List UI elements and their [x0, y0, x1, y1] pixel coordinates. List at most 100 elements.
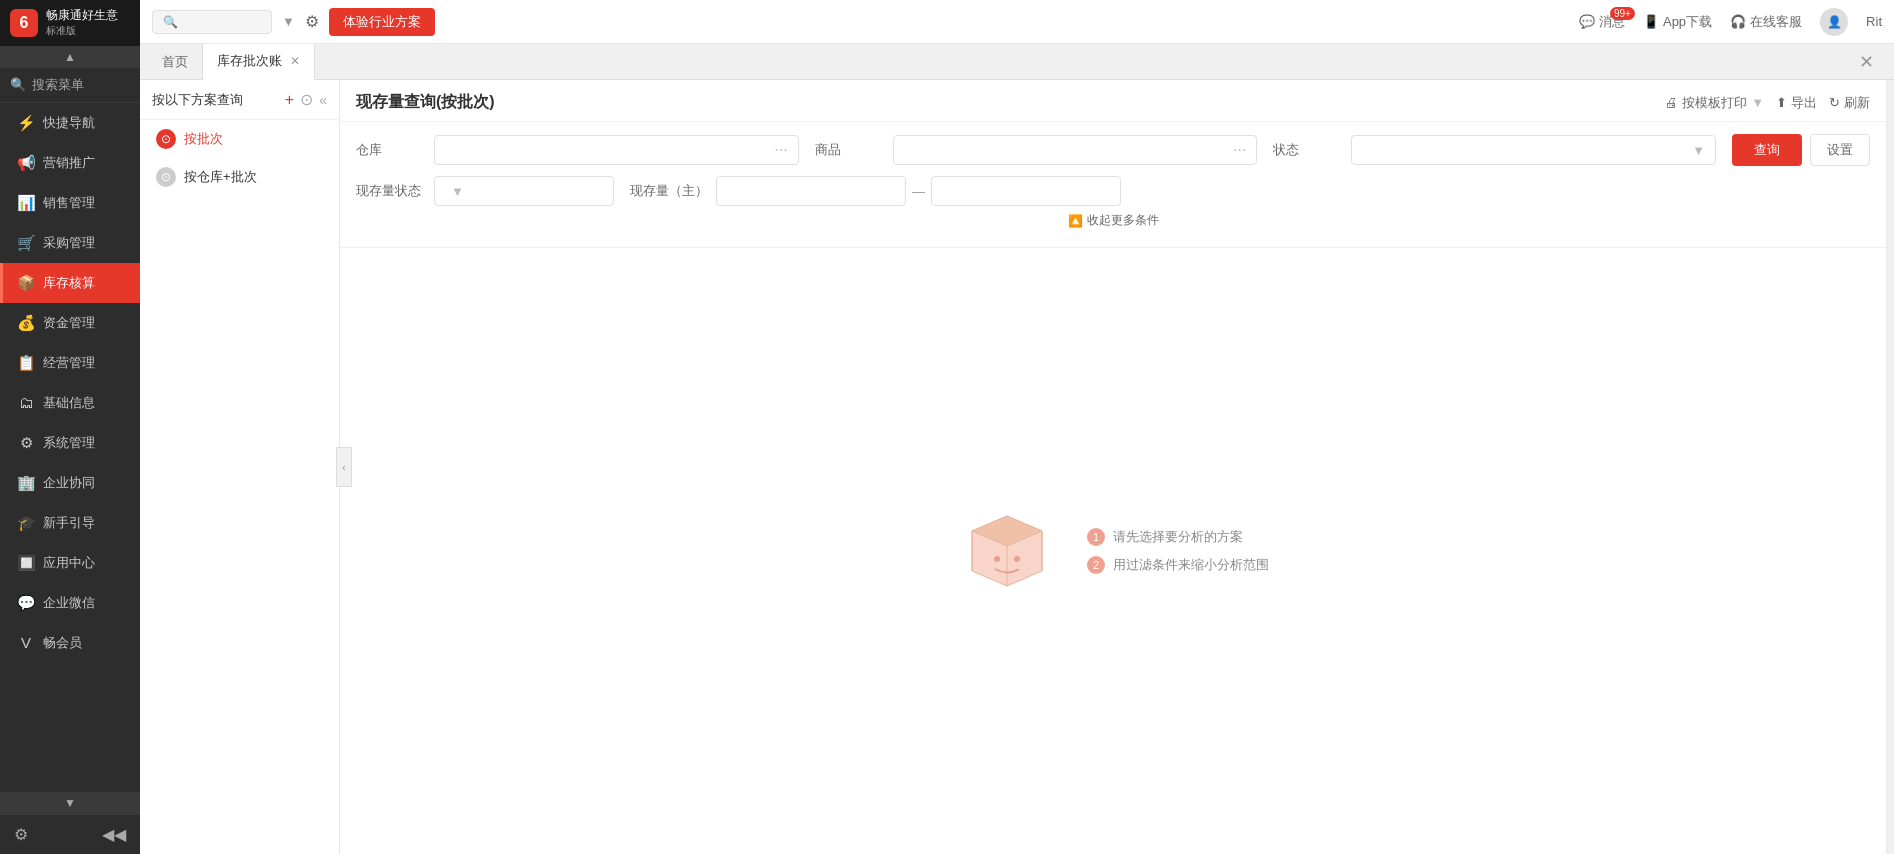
collapse-panel-icon[interactable]: «	[319, 92, 327, 108]
sidebar-search-label: 搜索菜单	[32, 76, 84, 94]
setting-button[interactable]: 设置	[1810, 134, 1870, 166]
status-select[interactable]: ▼	[1351, 135, 1716, 165]
messages-badge: 99+	[1610, 7, 1635, 20]
refresh-btn[interactable]: ↻ 刷新	[1829, 94, 1870, 112]
product-label: 商品	[815, 141, 885, 159]
export-btn[interactable]: ⬆ 导出	[1776, 94, 1817, 112]
user-avatar[interactable]: 👤	[1820, 8, 1848, 36]
filter-row-2: 现存量状态 ▼ 现存量（主） —	[356, 176, 1870, 206]
stock-qty-max[interactable]	[931, 176, 1121, 206]
tab-close-icon[interactable]: ✕	[290, 54, 300, 68]
sidebar-item-quick-nav[interactable]: ⚡ 快捷导航	[0, 103, 140, 143]
page-actions: 🖨 按模板打印 ▼ ⬆ 导出 ↻ 刷新	[1665, 94, 1870, 112]
stock-status-filter: 现存量状态 ▼	[356, 176, 614, 206]
export-icon: ⬆	[1776, 95, 1787, 110]
sidebar-item-system[interactable]: ⚙ 系统管理	[0, 423, 140, 463]
sidebar-item-label: 经营管理	[43, 354, 95, 372]
hint-1-text: 请先选择要分析的方案	[1113, 528, 1243, 546]
sidebar-item-sales[interactable]: 📊 销售管理	[0, 183, 140, 223]
warehouse-input[interactable]: ···	[434, 135, 799, 165]
sidebar-item-vip[interactable]: V 畅会员	[0, 623, 140, 663]
topbar-dropdown-icon[interactable]: ▼	[282, 14, 295, 29]
tab-home[interactable]: 首页	[148, 44, 203, 80]
online-service-btn[interactable]: 🎧 在线客服	[1730, 13, 1802, 31]
sidebar: 6 畅康通好生意 标准版 ▲ 🔍 搜索菜单 ⚡ 快捷导航 📢 营销推广 📊 销售…	[0, 0, 140, 854]
right-scrollbar[interactable]	[1886, 80, 1894, 854]
query-button[interactable]: 查询	[1732, 134, 1802, 166]
empty-illustration	[957, 501, 1057, 601]
messages-btn[interactable]: 💬 消息 99+	[1579, 13, 1625, 31]
collapse-left-panel-btn[interactable]: ‹	[336, 447, 352, 487]
sidebar-footer: ⚙ ◀◀	[0, 814, 140, 854]
marketing-icon: 📢	[17, 154, 35, 172]
sidebar-scroll-up[interactable]: ▲	[0, 46, 140, 68]
sidebar-item-label: 企业协同	[43, 474, 95, 492]
scheme-settings-icon[interactable]: ⊙	[300, 90, 313, 109]
sidebar-item-inventory[interactable]: 📦 库存核算	[0, 263, 140, 303]
newbie-icon: 🎓	[17, 514, 35, 532]
sidebar-scroll-down[interactable]: ▼	[0, 792, 140, 814]
settings-icon[interactable]: ⚙	[14, 825, 28, 844]
scheme-by-batch[interactable]: ⊙ 按批次	[140, 120, 339, 158]
print-dropdown-icon[interactable]: ▼	[1751, 95, 1764, 110]
print-btn[interactable]: 🖨 按模板打印 ▼	[1665, 94, 1764, 112]
sidebar-item-label: 应用中心	[43, 554, 95, 572]
scheme-by-warehouse-batch[interactable]: ⊙ 按仓库+批次	[140, 158, 339, 196]
sidebar-item-app-center[interactable]: 🔲 应用中心	[0, 543, 140, 583]
finance-icon: 💰	[17, 314, 35, 332]
warehouse-filter-group: 仓库 ···	[356, 135, 799, 165]
status-filter-group: 状态 ▼	[1273, 135, 1716, 165]
online-service-label: 在线客服	[1750, 13, 1802, 31]
stock-qty-min[interactable]	[716, 176, 906, 206]
hint-2-num: 2	[1087, 556, 1105, 574]
operation-icon: 📋	[17, 354, 35, 372]
sidebar-item-enterprise[interactable]: 🏢 企业协同	[0, 463, 140, 503]
sidebar-item-label: 快捷导航	[43, 114, 95, 132]
collapse-label: 收起更多条件	[1087, 212, 1159, 229]
product-input[interactable]: ···	[893, 135, 1258, 165]
sidebar-item-label: 畅会员	[43, 634, 82, 652]
sales-icon: 📊	[17, 194, 35, 212]
sidebar-item-finance[interactable]: 💰 资金管理	[0, 303, 140, 343]
sidebar-search[interactable]: 🔍 搜索菜单	[0, 68, 140, 103]
sidebar-item-basic[interactable]: 🗂 基础信息	[0, 383, 140, 423]
app-download-label: App下载	[1663, 13, 1712, 31]
tab-home-label: 首页	[162, 53, 188, 71]
vip-icon: V	[17, 634, 35, 651]
filter-row-1: 仓库 ··· 商品 ···	[356, 134, 1870, 166]
warehouse-dots: ···	[774, 141, 787, 159]
warehouse-label: 仓库	[356, 141, 426, 159]
app-name: 畅康通好生意	[46, 8, 118, 24]
topbar-gear-icon[interactable]: ⚙	[305, 12, 319, 31]
sidebar-item-label: 基础信息	[43, 394, 95, 412]
stock-qty-filter: 现存量（主） —	[630, 176, 1121, 206]
product-dots: ···	[1233, 141, 1246, 159]
sidebar-item-newbie[interactable]: 🎓 新手引导	[0, 503, 140, 543]
print-icon: 🖨	[1665, 95, 1678, 110]
topbar-search[interactable]: 🔍	[152, 10, 272, 34]
stock-status-label: 现存量状态	[356, 182, 426, 200]
trial-btn[interactable]: 体验行业方案	[329, 8, 435, 36]
empty-hint-2: 2 用过滤条件来缩小分析范围	[1087, 556, 1269, 574]
app-download-btn[interactable]: 📱 App下载	[1643, 13, 1712, 31]
collapse-filter-btn[interactable]: 🔼 收起更多条件	[356, 206, 1870, 235]
batch-icon: ⊙	[156, 129, 176, 149]
product-filter-group: 商品 ···	[815, 135, 1258, 165]
add-scheme-icon[interactable]: +	[285, 91, 294, 109]
basic-icon: 🗂	[17, 394, 35, 411]
stock-status-select[interactable]: ▼	[434, 176, 614, 206]
tab-batch-account[interactable]: 库存批次账 ✕	[203, 44, 315, 80]
panel-close-btn[interactable]: ✕	[1859, 44, 1874, 80]
sidebar-item-label: 系统管理	[43, 434, 95, 452]
topbar: 🔍 ▼ ⚙ 体验行业方案 💬 消息 99+ 📱 App下载 🎧 在线客服 👤 R…	[140, 0, 1894, 44]
stock-qty-range: —	[716, 176, 1121, 206]
sidebar-item-wechat[interactable]: 💬 企业微信	[0, 583, 140, 623]
sidebar-nav: ⚡ 快捷导航 📢 营销推广 📊 销售管理 🛒 采购管理 📦 库存核算 💰 资金管…	[0, 103, 140, 792]
sidebar-item-operation[interactable]: 📋 经营管理	[0, 343, 140, 383]
sidebar-item-marketing[interactable]: 📢 营销推广	[0, 143, 140, 183]
collapse-sidebar-icon[interactable]: ◀◀	[102, 825, 126, 844]
sidebar-item-purchase[interactable]: 🛒 采购管理	[0, 223, 140, 263]
system-icon: ⚙	[17, 434, 35, 452]
username[interactable]: Rit	[1866, 14, 1882, 29]
inventory-icon: 📦	[17, 274, 35, 292]
